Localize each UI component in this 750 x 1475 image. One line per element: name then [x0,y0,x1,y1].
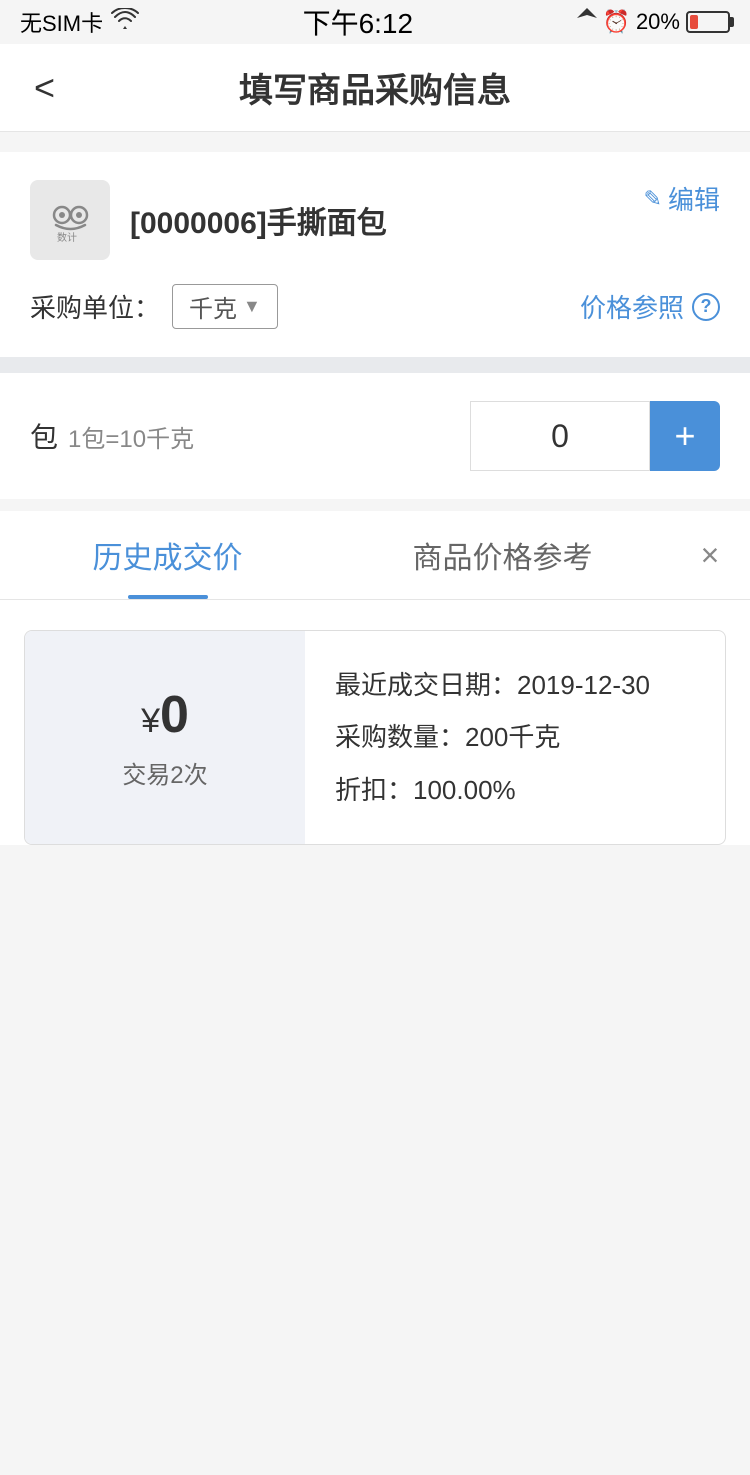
page-title: 填写商品采购信息 [239,63,511,112]
chevron-down-icon: ▼ [243,296,261,317]
unit-value: 千克 [189,289,237,324]
trade-card: ¥0 交易2次 最近成交日期：2019-12-30 采购数量：200千克 折扣：… [24,630,726,845]
quantity-controls: 0 + [470,401,720,471]
tab-history-price[interactable]: 历史成交价 [0,511,335,599]
yen-symbol: ¥ [141,702,160,740]
section-divider [0,357,750,373]
quantity-row: 包 1包=10千克 0 + [0,373,750,499]
quantity-label: 包 1包=10千克 [30,416,194,456]
trade-qty-value: 200千克 [465,722,560,752]
product-thumbnail: 数计 [30,180,110,260]
status-right: ⏰ 20% [577,8,730,36]
edit-button[interactable]: ✎ 编辑 [644,180,720,217]
recent-date-value: 2019-12-30 [517,670,650,700]
trade-discount-row: 折扣：100.00% [335,772,695,808]
trade-qty-row: 采购数量：200千克 [335,719,695,755]
tab-price-ref[interactable]: 商品价格参考 [335,511,670,599]
alarm-icon: ⏰ [603,9,630,35]
battery-indicator [686,11,730,33]
tab-close-button[interactable]: × [670,511,750,599]
tabs-header: 历史成交价 商品价格参考 × [0,511,750,600]
trade-price-value: ¥0 [141,685,189,745]
location-icon [577,8,597,36]
svg-text:数计: 数计 [57,231,77,244]
trade-discount-label: 折扣： [335,775,413,805]
trade-date-row: 最近成交日期：2019-12-30 [335,667,695,703]
quantity-input[interactable]: 0 [470,401,650,471]
quantity-plus-button[interactable]: + [650,401,720,471]
price-ref-button[interactable]: 价格参照 ? [580,288,720,325]
tab-price-ref-label: 商品价格参考 [413,533,593,577]
trade-qty-label: 采购数量： [335,722,465,752]
trade-count: 交易2次 [122,755,207,790]
unit-short: 包 [30,416,58,456]
battery-fill [690,15,698,29]
tab-history-label: 历史成交价 [93,533,243,577]
unit-row: 采购单位： 千克 ▼ [30,284,278,329]
wifi-icon [111,8,139,36]
battery-percent: 20% [636,9,680,35]
unit-selector[interactable]: 千克 ▼ [172,284,278,329]
tabs-section: 历史成交价 商品价格参考 × ¥0 交易2次 最近成交日期：2019-12-30… [0,511,750,845]
edit-label: 编辑 [668,180,720,217]
product-name: [0000006]手撕面包 [130,198,387,242]
price-ref-label: 价格参照 [580,288,684,325]
nav-bar: < 填写商品采购信息 [0,44,750,132]
product-card: 数计 [0000006]手撕面包 ✎ 编辑 采购单位： 千克 ▼ 价格参照 ? [0,152,750,357]
product-header: 数计 [0000006]手撕面包 ✎ 编辑 [30,180,720,260]
edit-icon: ✎ [644,186,662,212]
status-left: 无SIM卡 [20,6,139,38]
trade-price-panel: ¥0 交易2次 [25,631,305,844]
help-icon: ? [692,293,720,321]
recent-date-label: 最近成交日期： [335,670,517,700]
trade-info-panel: 最近成交日期：2019-12-30 采购数量：200千克 折扣：100.00% [305,631,725,844]
product-left: 数计 [0000006]手撕面包 [30,180,387,260]
bottom-area [0,875,750,1475]
back-button[interactable]: < [24,57,65,119]
unit-conversion: 1包=10千克 [68,419,194,454]
status-bar: 无SIM卡 下午6:12 ⏰ 20% [0,0,750,44]
status-time: 下午6:12 [303,2,414,42]
carrier-text: 无SIM卡 [20,6,103,38]
unit-label: 采购单位： [30,288,160,325]
product-footer: 采购单位： 千克 ▼ 价格参照 ? [30,284,720,329]
trade-discount-value: 100.00% [413,775,516,805]
